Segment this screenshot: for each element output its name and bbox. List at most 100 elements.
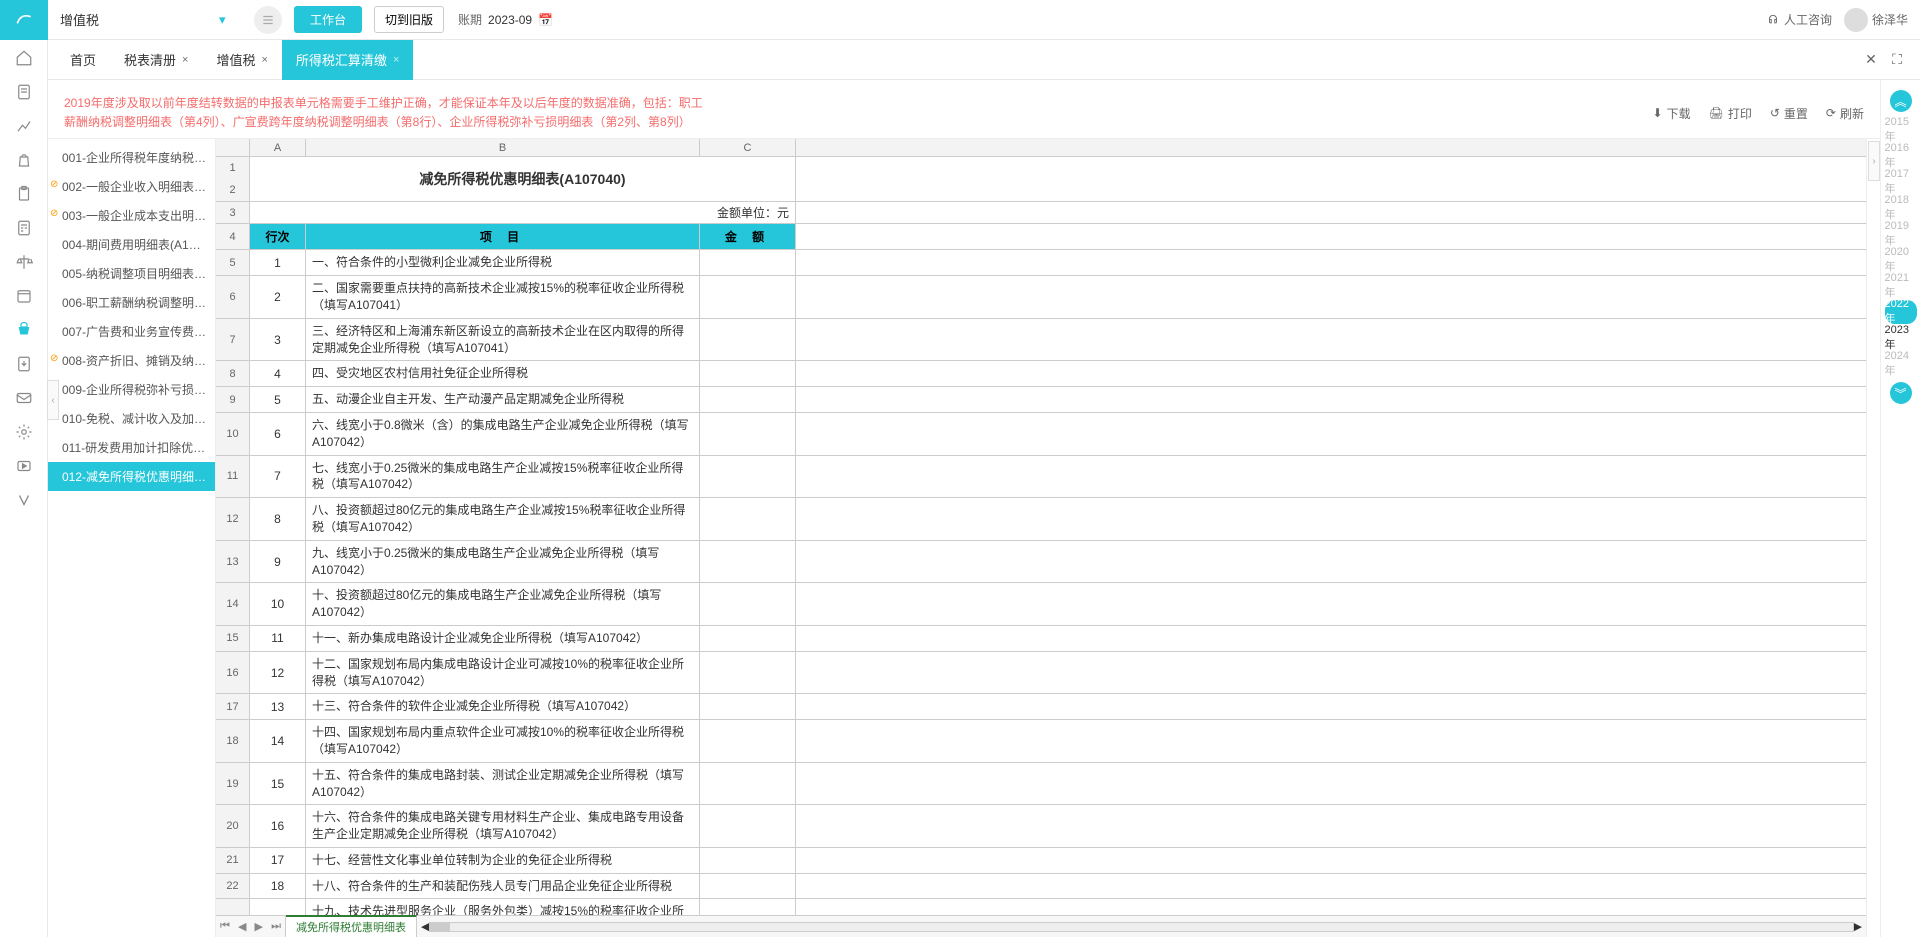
cell[interactable] (700, 456, 796, 498)
row-header[interactable]: 18 (216, 720, 250, 762)
tree-collapse-handle[interactable]: ‹ (47, 380, 59, 420)
list-button[interactable] (254, 6, 282, 34)
year-up[interactable]: ︽ (1890, 90, 1912, 112)
org-selector[interactable]: 增值税 ▾ (60, 10, 240, 29)
tab-close-icon[interactable]: × (182, 54, 188, 66)
cell[interactable]: 十二、国家规划布局内集成电路设计企业可减按10%的税率征收企业所得税（填写A10… (306, 652, 700, 694)
reset-button[interactable]: ↺ 重置 (1770, 105, 1808, 122)
cell[interactable]: 十七、经营性文化事业单位转制为企业的免征企业所得税 (306, 848, 700, 873)
cell[interactable]: 十九、技术先进型服务企业（服务外包类）减按15%的税率征收企业所得税 (306, 899, 700, 915)
tab-close-all[interactable]: ✕ (1862, 51, 1880, 69)
nav-settings-icon[interactable] (0, 416, 48, 448)
year-2018年[interactable]: 2018年 (1885, 196, 1917, 220)
year-down[interactable]: ︾ (1890, 382, 1912, 404)
cell[interactable] (700, 250, 796, 275)
cell[interactable] (700, 583, 796, 625)
tree-item-9[interactable]: 010-免税、减计收入及加计... (48, 404, 215, 433)
year-2017年[interactable]: 2017年 (1885, 170, 1917, 194)
cell[interactable]: 十一、新办集成电路设计企业减免企业所得税（填写A107042） (306, 626, 700, 651)
cell[interactable] (700, 694, 796, 719)
cell[interactable] (700, 498, 796, 540)
calendar-icon[interactable]: 📅 (538, 13, 553, 27)
sheet-first[interactable]: ⏮ (220, 920, 230, 933)
row-header[interactable]: 21 (216, 848, 250, 873)
cell[interactable]: 3 (250, 319, 306, 361)
cell[interactable]: 1 (250, 250, 306, 275)
refresh-button[interactable]: ⟳ 刷新 (1826, 105, 1864, 122)
tree-item-2[interactable]: ⊘003-一般企业成本支出明细... (48, 201, 215, 230)
row-header[interactable]: 22 (216, 874, 250, 899)
nav-home-icon[interactable] (0, 42, 48, 74)
cell[interactable]: 14 (250, 720, 306, 762)
sheet-tab-active[interactable]: 减免所得税优惠明细表 (286, 915, 417, 937)
cell[interactable]: 七、线宽小于0.25微米的集成电路生产企业减按15%税率征收企业所得税（填写A1… (306, 456, 700, 498)
workbench-button[interactable]: 工作台 (294, 6, 362, 33)
tree-item-11[interactable]: 012-减免所得税优惠明细表(... (48, 462, 215, 491)
nav-video-icon[interactable] (0, 450, 48, 482)
user-menu[interactable]: 徐泽华 (1844, 8, 1908, 32)
cell[interactable] (700, 874, 796, 899)
nav-export-icon[interactable] (0, 348, 48, 380)
row-header[interactable]: 20 (216, 805, 250, 847)
cell[interactable] (700, 652, 796, 694)
cell[interactable] (700, 276, 796, 318)
tree-item-1[interactable]: ⊘002-一般企业收入明细表(A1... (48, 172, 215, 201)
cell[interactable]: 十六、符合条件的集成电路关键专用材料生产企业、集成电路专用设备生产企业定期减免企… (306, 805, 700, 847)
nav-v-icon[interactable] (0, 484, 48, 516)
year-2016年[interactable]: 2016年 (1885, 144, 1917, 168)
tree-item-8[interactable]: 009-企业所得税弥补亏损明... (48, 375, 215, 404)
cell[interactable]: 二、国家需要重点扶持的高新技术企业减按15%的税率征收企业所得税（填写A1070… (306, 276, 700, 318)
year-2021年[interactable]: 2021年 (1885, 274, 1917, 298)
row-header[interactable]: 13 (216, 541, 250, 583)
cell[interactable] (700, 899, 796, 915)
nav-doc-icon[interactable] (0, 76, 48, 108)
nav-tax-icon[interactable] (0, 314, 48, 346)
nav-chart-icon[interactable] (0, 110, 48, 142)
cell[interactable]: 十五、符合条件的集成电路封装、测试企业定期减免企业所得税（填写A107042） (306, 763, 700, 805)
period-value[interactable]: 2023-09 (488, 13, 532, 27)
year-2022年[interactable]: 2022年 (1885, 300, 1917, 324)
tab-0[interactable]: 首页 (56, 40, 110, 80)
cell[interactable]: 7 (250, 456, 306, 498)
nav-clipboard-icon[interactable] (0, 178, 48, 210)
tree-item-7[interactable]: ⊘008-资产折旧、摊销及纳税... (48, 346, 215, 375)
sheet-next[interactable]: ▶ (255, 920, 263, 933)
cell[interactable]: 8 (250, 498, 306, 540)
row-header[interactable]: 6 (216, 276, 250, 318)
cell[interactable]: 十八、符合条件的生产和装配伤残人员专门用品企业免征企业所得税 (306, 874, 700, 899)
cell[interactable]: 16 (250, 805, 306, 847)
cell[interactable] (700, 541, 796, 583)
row-header[interactable]: 2 (216, 179, 250, 201)
cell[interactable]: 4 (250, 361, 306, 386)
cell[interactable]: 九、线宽小于0.25微米的集成电路生产企业减免企业所得税（填写A107042） (306, 541, 700, 583)
row-header[interactable]: 19 (216, 763, 250, 805)
tree-item-3[interactable]: 004-期间费用明细表(A1040... (48, 230, 215, 259)
cell[interactable]: 十、投资额超过80亿元的集成电路生产企业减免企业所得税（填写A107042） (306, 583, 700, 625)
cell[interactable]: 9 (250, 541, 306, 583)
h-scrollbar[interactable]: ◀▶ (417, 916, 1866, 937)
row-header[interactable]: 10 (216, 413, 250, 455)
nav-balance-icon[interactable] (0, 246, 48, 278)
row-header[interactable]: 12 (216, 498, 250, 540)
row-header[interactable]: 16 (216, 652, 250, 694)
cell[interactable] (700, 805, 796, 847)
help-link[interactable]: 人工咨询 (1766, 11, 1832, 28)
cell[interactable] (700, 361, 796, 386)
download-button[interactable]: ⬇ 下载 (1653, 105, 1691, 122)
print-button[interactable]: 🖨 打印 (1709, 105, 1752, 122)
cell[interactable]: 四、受灾地区农村信用社免征企业所得税 (306, 361, 700, 386)
cell[interactable] (700, 720, 796, 762)
cell[interactable]: 三、经济特区和上海浦东新区新设立的高新技术企业在区内取得的所得定期减免企业所得税… (306, 319, 700, 361)
cell[interactable]: 17 (250, 848, 306, 873)
switch-old-button[interactable]: 切到旧版 (374, 6, 444, 33)
tab-3[interactable]: 所得税汇算清缴× (282, 40, 413, 80)
tree-item-10[interactable]: 011-研发费用加计扣除优惠... (48, 433, 215, 462)
col-a[interactable]: A (250, 139, 306, 156)
row-header[interactable]: 17 (216, 694, 250, 719)
nav-bag-icon[interactable] (0, 144, 48, 176)
tree-item-0[interactable]: 001-企业所得税年度纳税申... (48, 143, 215, 172)
cell[interactable]: 十三、符合条件的软件企业减免企业所得税（填写A107042） (306, 694, 700, 719)
cell[interactable]: 六、线宽小于0.8微米（含）的集成电路生产企业减免企业所得税（填写A107042… (306, 413, 700, 455)
cell[interactable] (700, 626, 796, 651)
tab-2[interactable]: 增值税× (202, 40, 281, 80)
